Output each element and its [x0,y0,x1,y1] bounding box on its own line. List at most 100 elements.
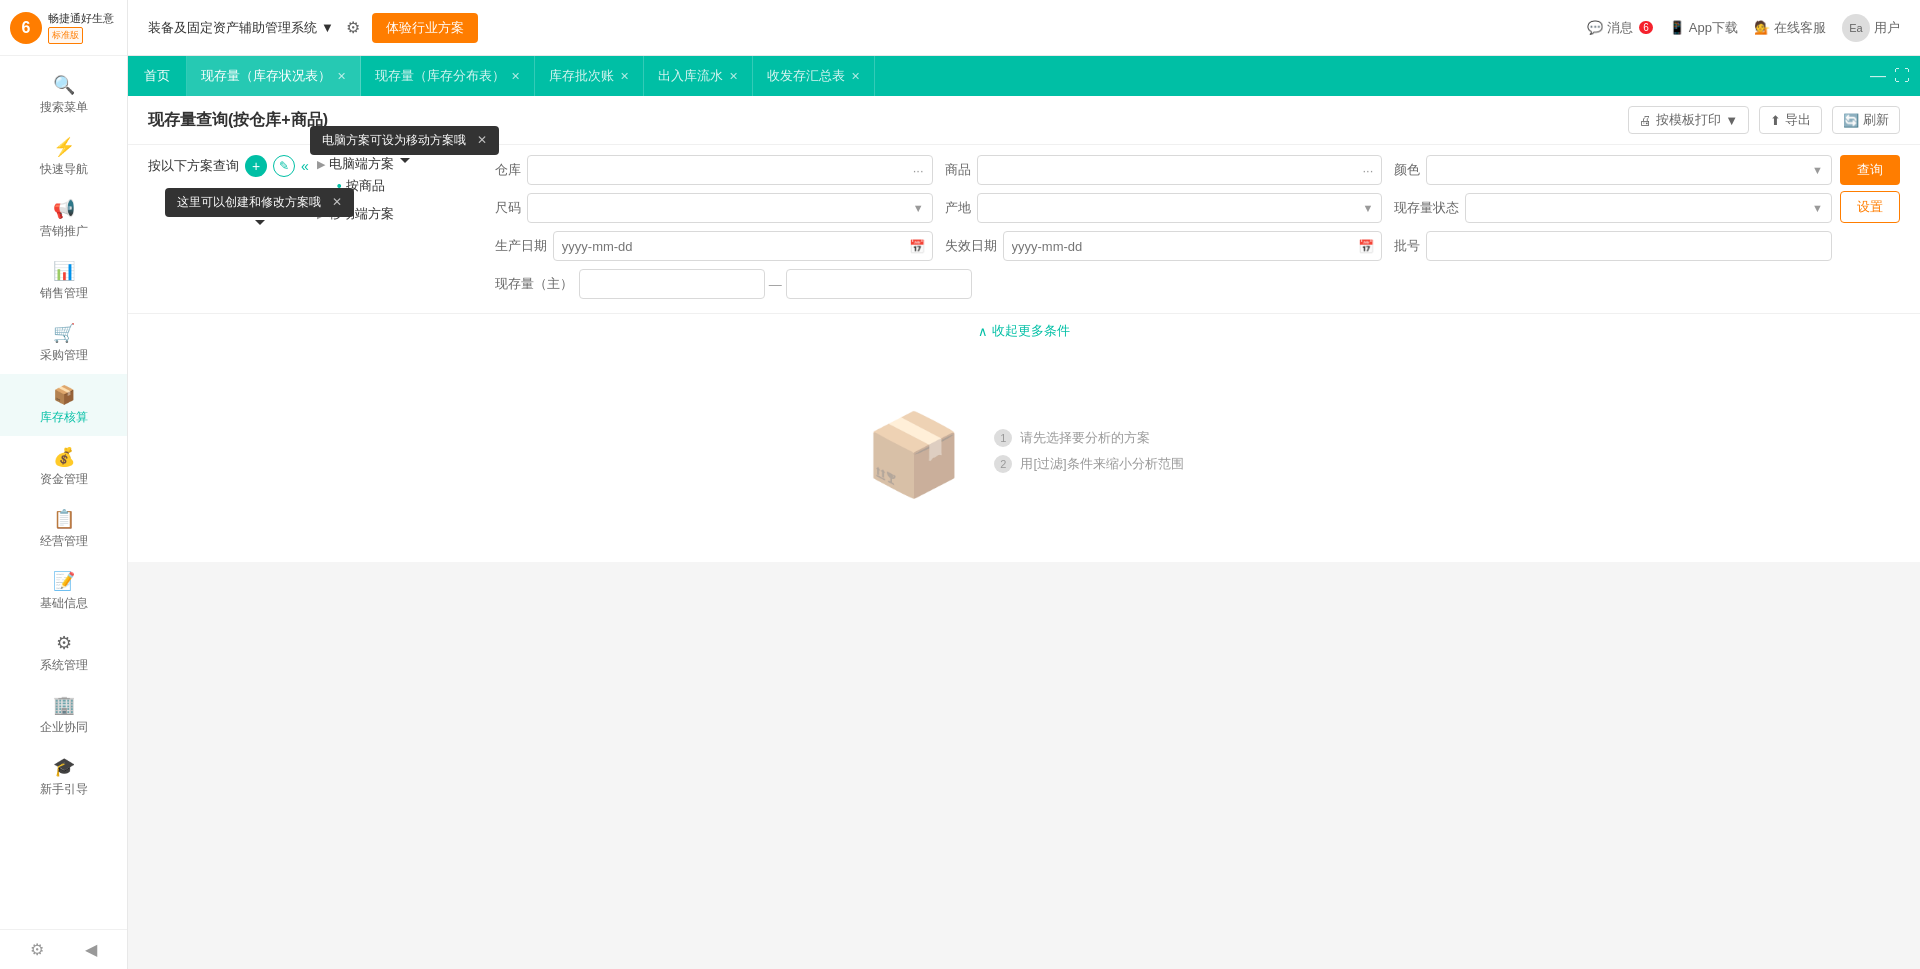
filter-add-btn[interactable]: + [245,155,267,177]
sidebar-item-search-menu[interactable]: 🔍 搜索菜单 [0,64,127,126]
sidebar-item-base-info[interactable]: 📝 基础信息 [0,560,127,622]
tab-recv-summary[interactable]: 收发存汇总表 ✕ [753,56,875,96]
system-name-text: 装备及固定资产辅助管理系统 [148,19,317,37]
tab-close-inventory-status[interactable]: ✕ [337,70,346,83]
refresh-btn[interactable]: 🔄 刷新 [1832,106,1900,134]
page-title: 现存量查询(按仓库+商品) [148,110,328,131]
tab-home[interactable]: 首页 [128,56,187,96]
sidebar-item-sales[interactable]: 📊 销售管理 [0,250,127,312]
app-download-btn[interactable]: 📱 App下载 [1669,19,1738,37]
sidebar-item-quick-nav[interactable]: ⚡ 快速导航 [0,126,127,188]
marketing-icon: 📢 [53,198,75,220]
sidebar-footer: ⚙ ◀ [0,929,127,969]
sidebar-item-operation[interactable]: 📋 经营管理 [0,498,127,560]
sidebar-item-enterprise[interactable]: 🏢 企业协同 [0,684,127,746]
user-btn[interactable]: Ea 用户 [1842,14,1900,42]
operation-icon: 📋 [53,508,75,530]
size-field[interactable]: ▼ [527,193,933,223]
inventory-icon: 📦 [53,384,75,406]
sidebar-item-label: 资金管理 [40,471,88,488]
sidebar-item-finance[interactable]: 💰 资金管理 [0,436,127,498]
purchase-icon: 🛒 [53,322,75,344]
goods-field[interactable]: ··· [977,155,1383,185]
sidebar-item-label: 快速导航 [40,161,88,178]
filter-collapse-btn[interactable]: ∧ 收起更多条件 [128,313,1920,348]
prod-date-input[interactable] [553,231,933,261]
tab-inventory-status[interactable]: 现存量（库存状况表） ✕ [187,56,361,96]
main-area: 装备及固定资产辅助管理系统 ▼ ⚙ 体验行业方案 💬 消息 6 📱 App下载 … [128,0,1920,969]
user-avatar: Ea [1842,14,1870,42]
tooltip-mobile-close-btn[interactable]: ✕ [477,133,487,147]
stock-qty-max-input[interactable] [786,269,972,299]
filter-row-3: 生产日期 📅 失效日期 📅 [495,231,1832,261]
stock-qty-min-input[interactable] [579,269,765,299]
print-arrow-icon: ▼ [1725,113,1738,128]
collapse-arrow-icon: ∧ [978,324,988,339]
tooltip-edit-close-btn[interactable]: ✕ [332,195,342,209]
system-icon: ⚙ [56,632,72,654]
sidebar-item-label: 营销推广 [40,223,88,240]
message-btn[interactable]: 💬 消息 6 [1587,19,1653,37]
tab-minimize-btn[interactable]: — [1870,67,1886,85]
sidebar-item-label: 企业协同 [40,719,88,736]
filter-row-2: 尺码 ▼ 产地 ▼ [495,193,1832,223]
tab-maximize-btn[interactable]: ⛶ [1894,67,1910,85]
warehouse-field[interactable]: ··· [527,155,933,185]
guide-icon: 🎓 [53,756,75,778]
tab-close-batch-account[interactable]: ✕ [620,70,629,83]
filter-label: 按以下方案查询 [148,157,239,175]
finance-icon: 💰 [53,446,75,468]
tab-close-recv-summary[interactable]: ✕ [851,70,860,83]
online-support-label: 在线客服 [1774,19,1826,37]
tooltip-edit-scheme: 这里可以创建和修改方案哦 ✕ [165,188,354,217]
app-download-icon: 📱 [1669,20,1685,35]
tab-batch-account[interactable]: 库存批次账 ✕ [535,56,644,96]
online-support-btn[interactable]: 💁 在线客服 [1754,19,1826,37]
sidebar-item-purchase[interactable]: 🛒 采购管理 [0,312,127,374]
export-icon: ⬆ [1770,113,1781,128]
empty-step-2: 2 用[过滤]条件来缩小分析范围 [994,455,1183,473]
footer-collapse-btn[interactable]: ◀ [85,940,97,959]
sidebar-item-system[interactable]: ⚙ 系统管理 [0,622,127,684]
enterprise-icon: 🏢 [53,694,75,716]
sidebar-item-label: 采购管理 [40,347,88,364]
empty-step-1: 1 请先选择要分析的方案 [994,429,1183,447]
tab-close-inventory-dist[interactable]: ✕ [511,70,520,83]
filter-settings-btn[interactable]: 设置 [1840,191,1900,223]
print-template-btn[interactable]: 🖨 按模板打印 ▼ [1628,106,1749,134]
batch-no-input[interactable] [1426,231,1832,261]
top-header: 装备及固定资产辅助管理系统 ▼ ⚙ 体验行业方案 💬 消息 6 📱 App下载 … [128,0,1920,56]
origin-field[interactable]: ▼ [977,193,1383,223]
sidebar-item-inventory[interactable]: 📦 库存核算 [0,374,127,436]
sidebar-item-label: 系统管理 [40,657,88,674]
filter-edit-btn[interactable]: ✎ [273,155,295,177]
exp-date-input[interactable] [1003,231,1383,261]
header-settings-btn[interactable]: ⚙ [346,18,360,37]
tab-inout-flow[interactable]: 出入库流水 ✕ [644,56,753,96]
logo-tag: 标准版 [48,27,83,44]
sales-icon: 📊 [53,260,75,282]
color-field[interactable]: ▼ [1426,155,1832,185]
tab-inventory-dist[interactable]: 现存量（库存分布表） ✕ [361,56,535,96]
empty-icon: 📦 [864,408,964,502]
desktop-scheme-item[interactable]: ▶ 电脑端方案 [317,155,477,173]
trial-btn[interactable]: 体验行业方案 [372,13,478,43]
filter-arrow-btn[interactable]: « [301,158,309,174]
filter-row-4: 现存量（主） — [495,269,1832,299]
sidebar-item-label: 销售管理 [40,285,88,302]
sidebar-item-guide[interactable]: 🎓 新手引导 [0,746,127,808]
footer-settings-btn[interactable]: ⚙ [30,940,44,959]
export-btn[interactable]: ⬆ 导出 [1759,106,1822,134]
tab-close-inout-flow[interactable]: ✕ [729,70,738,83]
refresh-icon: 🔄 [1843,113,1859,128]
message-icon: 💬 [1587,20,1603,35]
query-btn[interactable]: 查询 [1840,155,1900,185]
sidebar-item-marketing[interactable]: 📢 营销推广 [0,188,127,250]
quick-nav-icon: ⚡ [53,136,75,158]
calendar-icon: 📅 [909,239,925,254]
stock-status-field[interactable]: ▼ [1465,193,1832,223]
sidebar: 6 畅捷通好生意 标准版 🔍 搜索菜单 ⚡ 快速导航 📢 营销推广 📊 销售管理… [0,0,128,969]
app-download-label: App下载 [1689,19,1738,37]
system-name-dropdown[interactable]: 装备及固定资产辅助管理系统 ▼ [148,19,334,37]
sidebar-nav: 🔍 搜索菜单 ⚡ 快速导航 📢 营销推广 📊 销售管理 🛒 采购管理 📦 库存核… [0,56,127,929]
